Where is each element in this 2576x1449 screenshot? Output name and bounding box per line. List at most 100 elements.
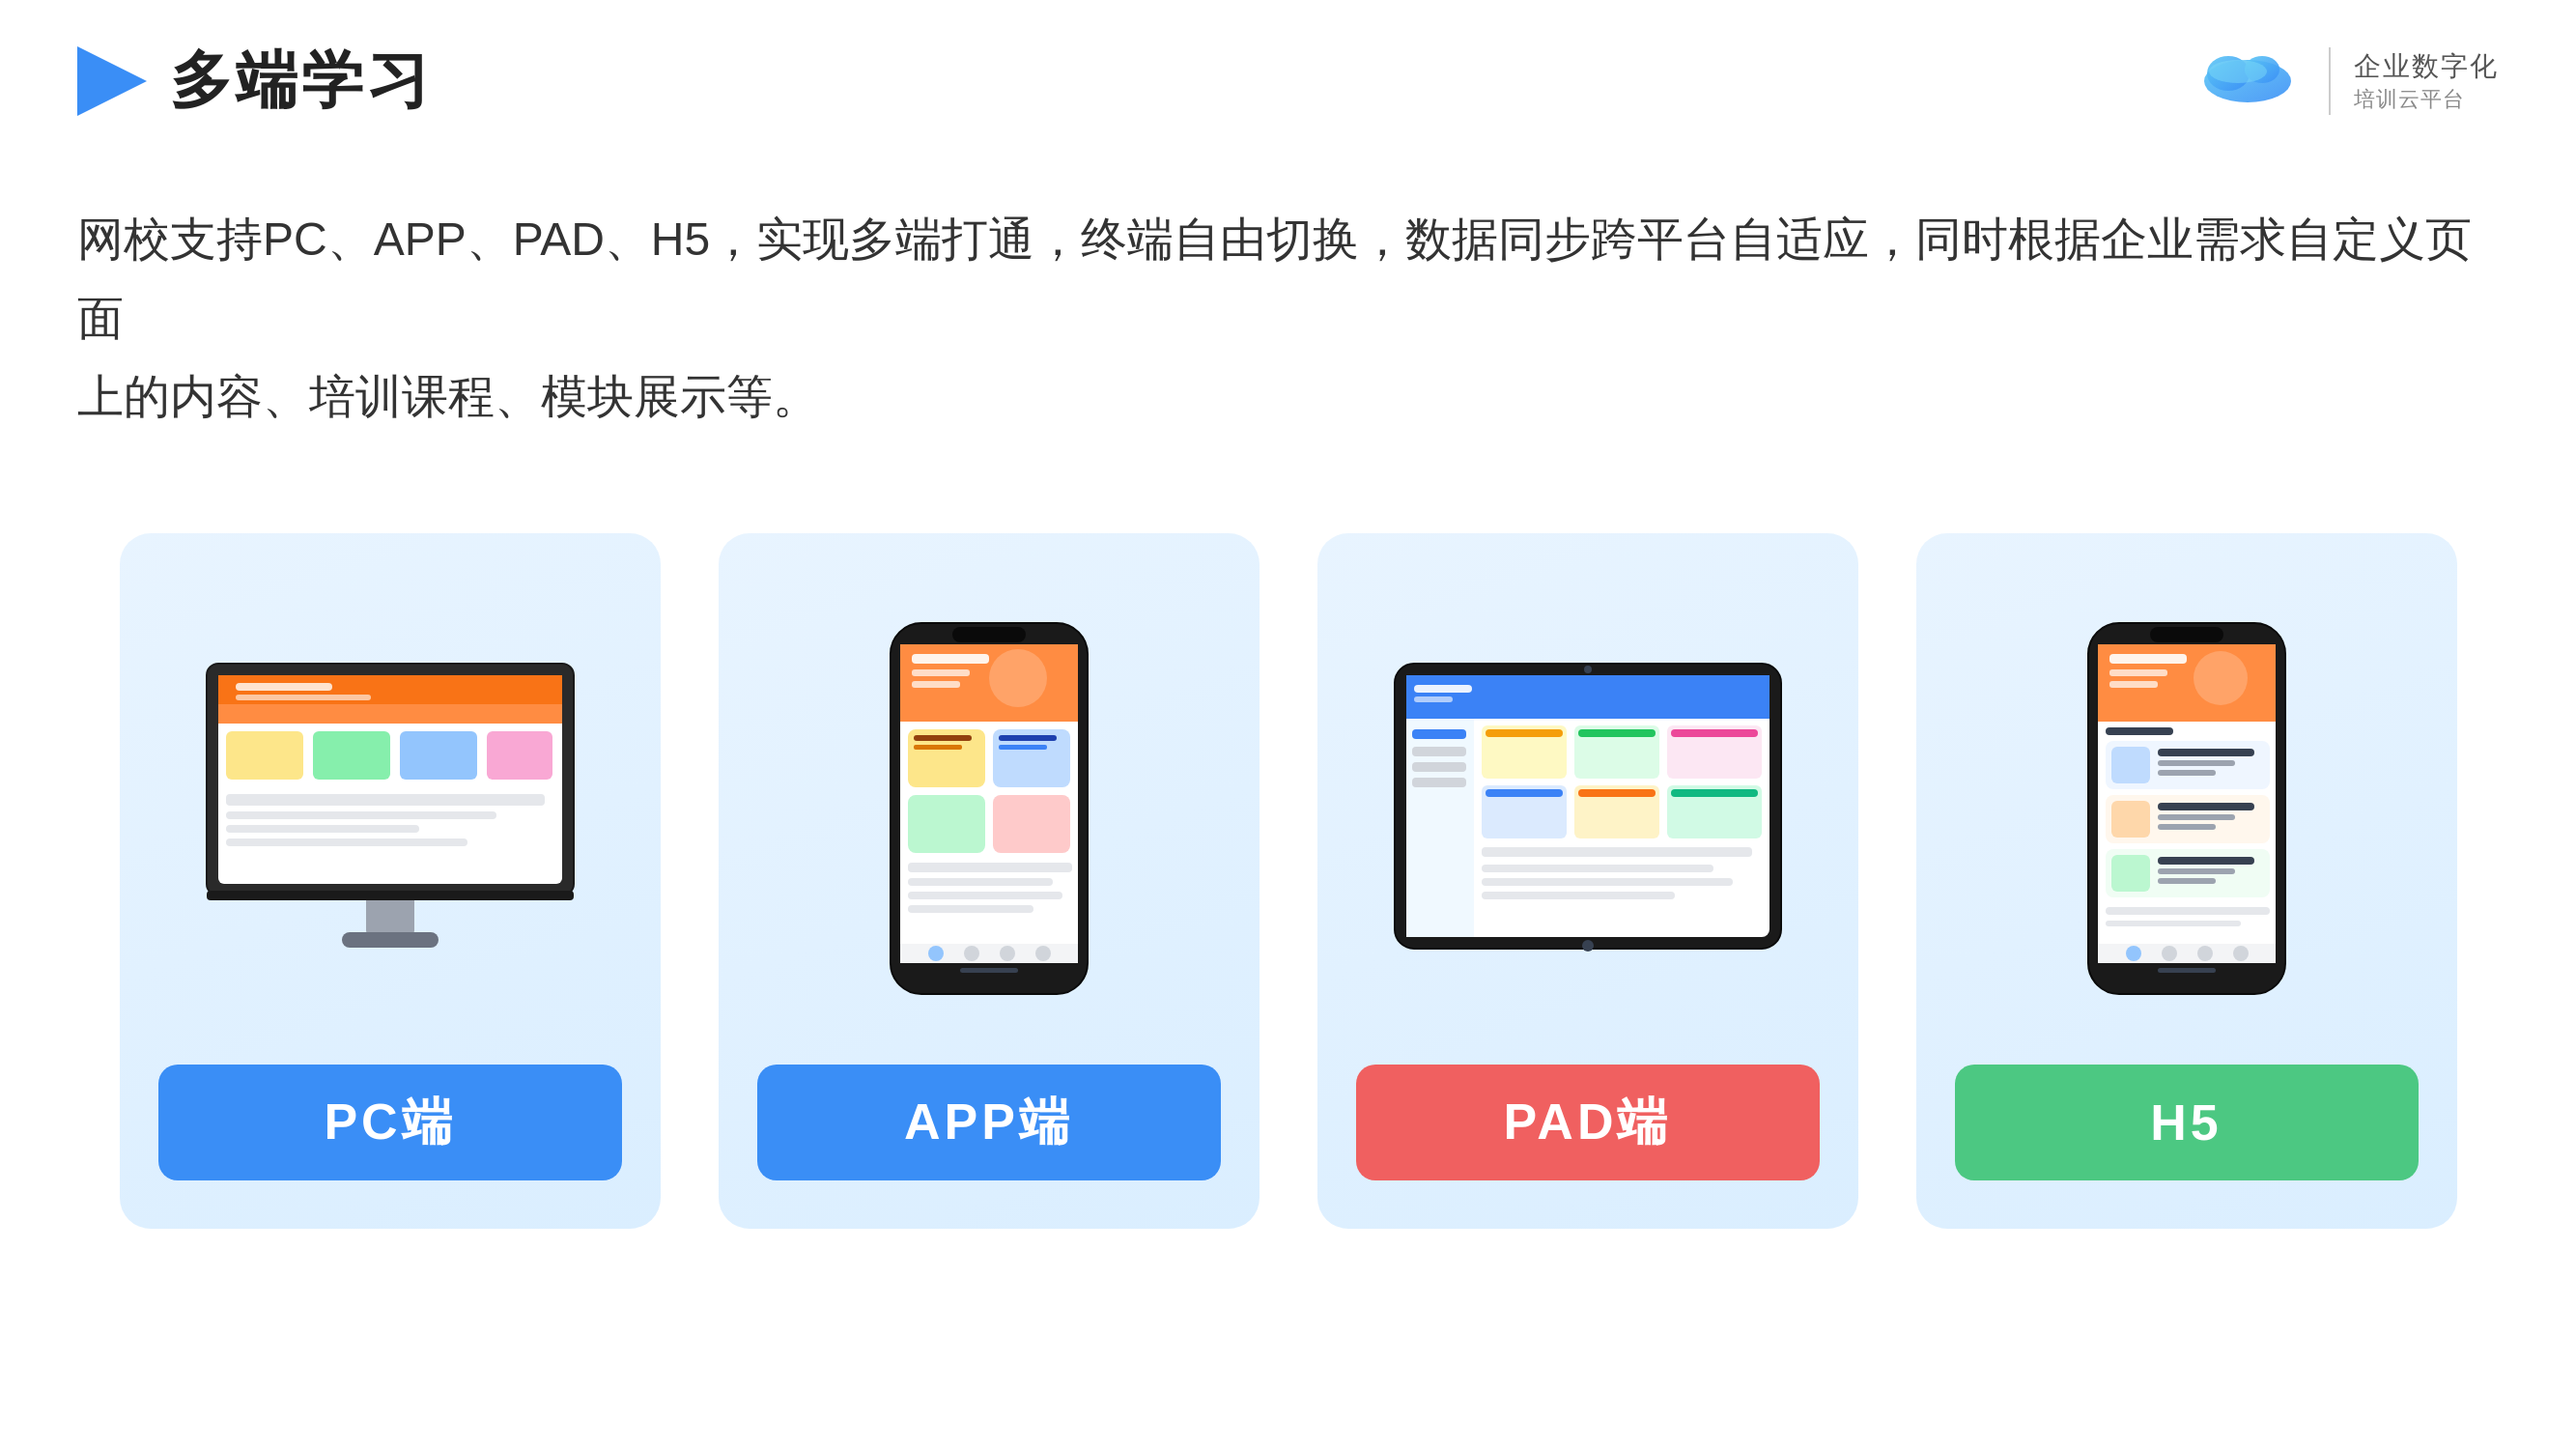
svg-rect-19 <box>366 895 414 934</box>
svg-rect-72 <box>1671 729 1758 737</box>
svg-rect-57 <box>1412 747 1466 756</box>
logo-text-group: 企业数字化 培训云平台 <box>2354 47 2499 115</box>
svg-point-51 <box>1584 666 1592 673</box>
description-section: 网校支持PC、APP、PAD、H5，实现多端打通，终端自由切换，数据同步跨平台自… <box>77 200 2499 437</box>
svg-rect-39 <box>908 878 1053 886</box>
svg-rect-93 <box>2158 814 2235 820</box>
page-title: 多端学习 <box>170 39 433 123</box>
tablet-svg <box>1385 654 1791 963</box>
svg-rect-84 <box>2106 727 2173 735</box>
svg-rect-21 <box>207 891 574 900</box>
card-app-image <box>757 591 1221 1026</box>
svg-point-26 <box>989 649 1047 707</box>
card-pc-label: PC端 <box>158 1065 622 1180</box>
svg-rect-37 <box>993 795 1070 853</box>
svg-rect-52 <box>1406 675 1769 719</box>
svg-rect-88 <box>2158 760 2235 766</box>
svg-rect-107 <box>2158 968 2216 973</box>
svg-point-4 <box>2209 60 2267 83</box>
svg-rect-38 <box>908 863 1072 872</box>
svg-rect-47 <box>960 968 1018 973</box>
svg-point-50 <box>1582 940 1594 952</box>
logo-right: 企业数字化 培训云平台 <box>2190 43 2499 120</box>
svg-rect-10 <box>236 695 371 700</box>
svg-rect-71 <box>1578 729 1656 737</box>
svg-marker-0 <box>77 46 147 116</box>
play-icon <box>77 46 147 116</box>
svg-rect-56 <box>1412 729 1466 739</box>
svg-rect-89 <box>2158 770 2216 776</box>
svg-rect-41 <box>908 905 1033 913</box>
svg-rect-16 <box>226 811 496 819</box>
logo-divider <box>2329 47 2331 115</box>
svg-point-46 <box>1035 946 1051 961</box>
svg-rect-54 <box>1414 696 1453 702</box>
svg-point-44 <box>964 946 979 961</box>
phone-app-svg <box>883 615 1095 1002</box>
phone-h5-svg <box>2081 615 2293 1002</box>
svg-rect-42 <box>900 944 1078 963</box>
svg-rect-33 <box>914 745 962 750</box>
svg-rect-101 <box>2106 921 2241 926</box>
svg-rect-59 <box>1412 778 1466 787</box>
svg-rect-11 <box>226 731 303 780</box>
svg-rect-35 <box>999 745 1047 750</box>
svg-rect-99 <box>2158 878 2216 884</box>
card-pad: PAD端 <box>1317 533 1858 1229</box>
svg-rect-75 <box>1671 789 1758 797</box>
svg-rect-86 <box>2111 747 2150 783</box>
svg-rect-58 <box>1412 762 1466 772</box>
svg-rect-17 <box>226 825 419 833</box>
card-h5-image <box>1955 591 2419 1026</box>
svg-point-106 <box>2233 946 2249 961</box>
svg-rect-96 <box>2111 855 2150 892</box>
svg-point-104 <box>2162 946 2177 961</box>
description-line2: 上的内容、培训课程、模块展示等。 <box>77 371 819 422</box>
svg-rect-36 <box>908 795 985 853</box>
svg-rect-29 <box>912 681 960 688</box>
svg-rect-66 <box>1482 847 1752 857</box>
svg-rect-97 <box>2158 857 2254 865</box>
card-pc-image <box>158 591 622 1026</box>
svg-point-80 <box>2194 651 2248 705</box>
svg-point-45 <box>1000 946 1015 961</box>
svg-rect-40 <box>908 892 1062 899</box>
logo-tagline2: 培训云平台 <box>2354 85 2499 115</box>
card-pad-label: PAD端 <box>1356 1065 1820 1180</box>
svg-rect-92 <box>2158 803 2254 810</box>
monitor-svg <box>187 654 593 963</box>
svg-rect-87 <box>2158 749 2254 756</box>
svg-rect-53 <box>1414 685 1472 693</box>
cloud-logo-icon <box>2190 43 2306 120</box>
card-h5-label: H5 <box>1955 1065 2419 1180</box>
svg-rect-73 <box>1486 789 1563 797</box>
svg-rect-20 <box>342 932 439 948</box>
cards-section: PC端 <box>77 533 2499 1229</box>
card-app: APP端 <box>719 533 1260 1229</box>
svg-rect-32 <box>914 735 972 741</box>
svg-rect-83 <box>2109 681 2158 688</box>
svg-rect-24 <box>952 627 1026 642</box>
svg-rect-70 <box>1486 729 1563 737</box>
svg-rect-27 <box>912 654 989 664</box>
logo-left: 多端学习 <box>77 39 433 123</box>
logo-tagline1: 企业数字化 <box>2354 47 2499 85</box>
card-h5: H5 <box>1916 533 2457 1229</box>
svg-rect-100 <box>2106 907 2270 915</box>
svg-point-105 <box>2197 946 2213 961</box>
header: 多端学习 企业数字化 培训云平台 <box>0 0 2576 123</box>
svg-rect-14 <box>487 731 552 780</box>
svg-rect-81 <box>2109 654 2187 664</box>
svg-rect-67 <box>1482 865 1713 872</box>
svg-rect-18 <box>226 838 467 846</box>
svg-rect-74 <box>1578 789 1656 797</box>
svg-rect-102 <box>2098 944 2276 963</box>
description-line1: 网校支持PC、APP、PAD、H5，实现多端打通，终端自由切换，数据同步跨平台自… <box>77 213 2472 344</box>
svg-rect-94 <box>2158 824 2216 830</box>
svg-rect-12 <box>313 731 390 780</box>
svg-rect-34 <box>999 735 1057 741</box>
svg-rect-78 <box>2150 627 2223 642</box>
card-pc: PC端 <box>120 533 661 1229</box>
svg-rect-28 <box>912 669 970 676</box>
svg-rect-13 <box>400 731 477 780</box>
